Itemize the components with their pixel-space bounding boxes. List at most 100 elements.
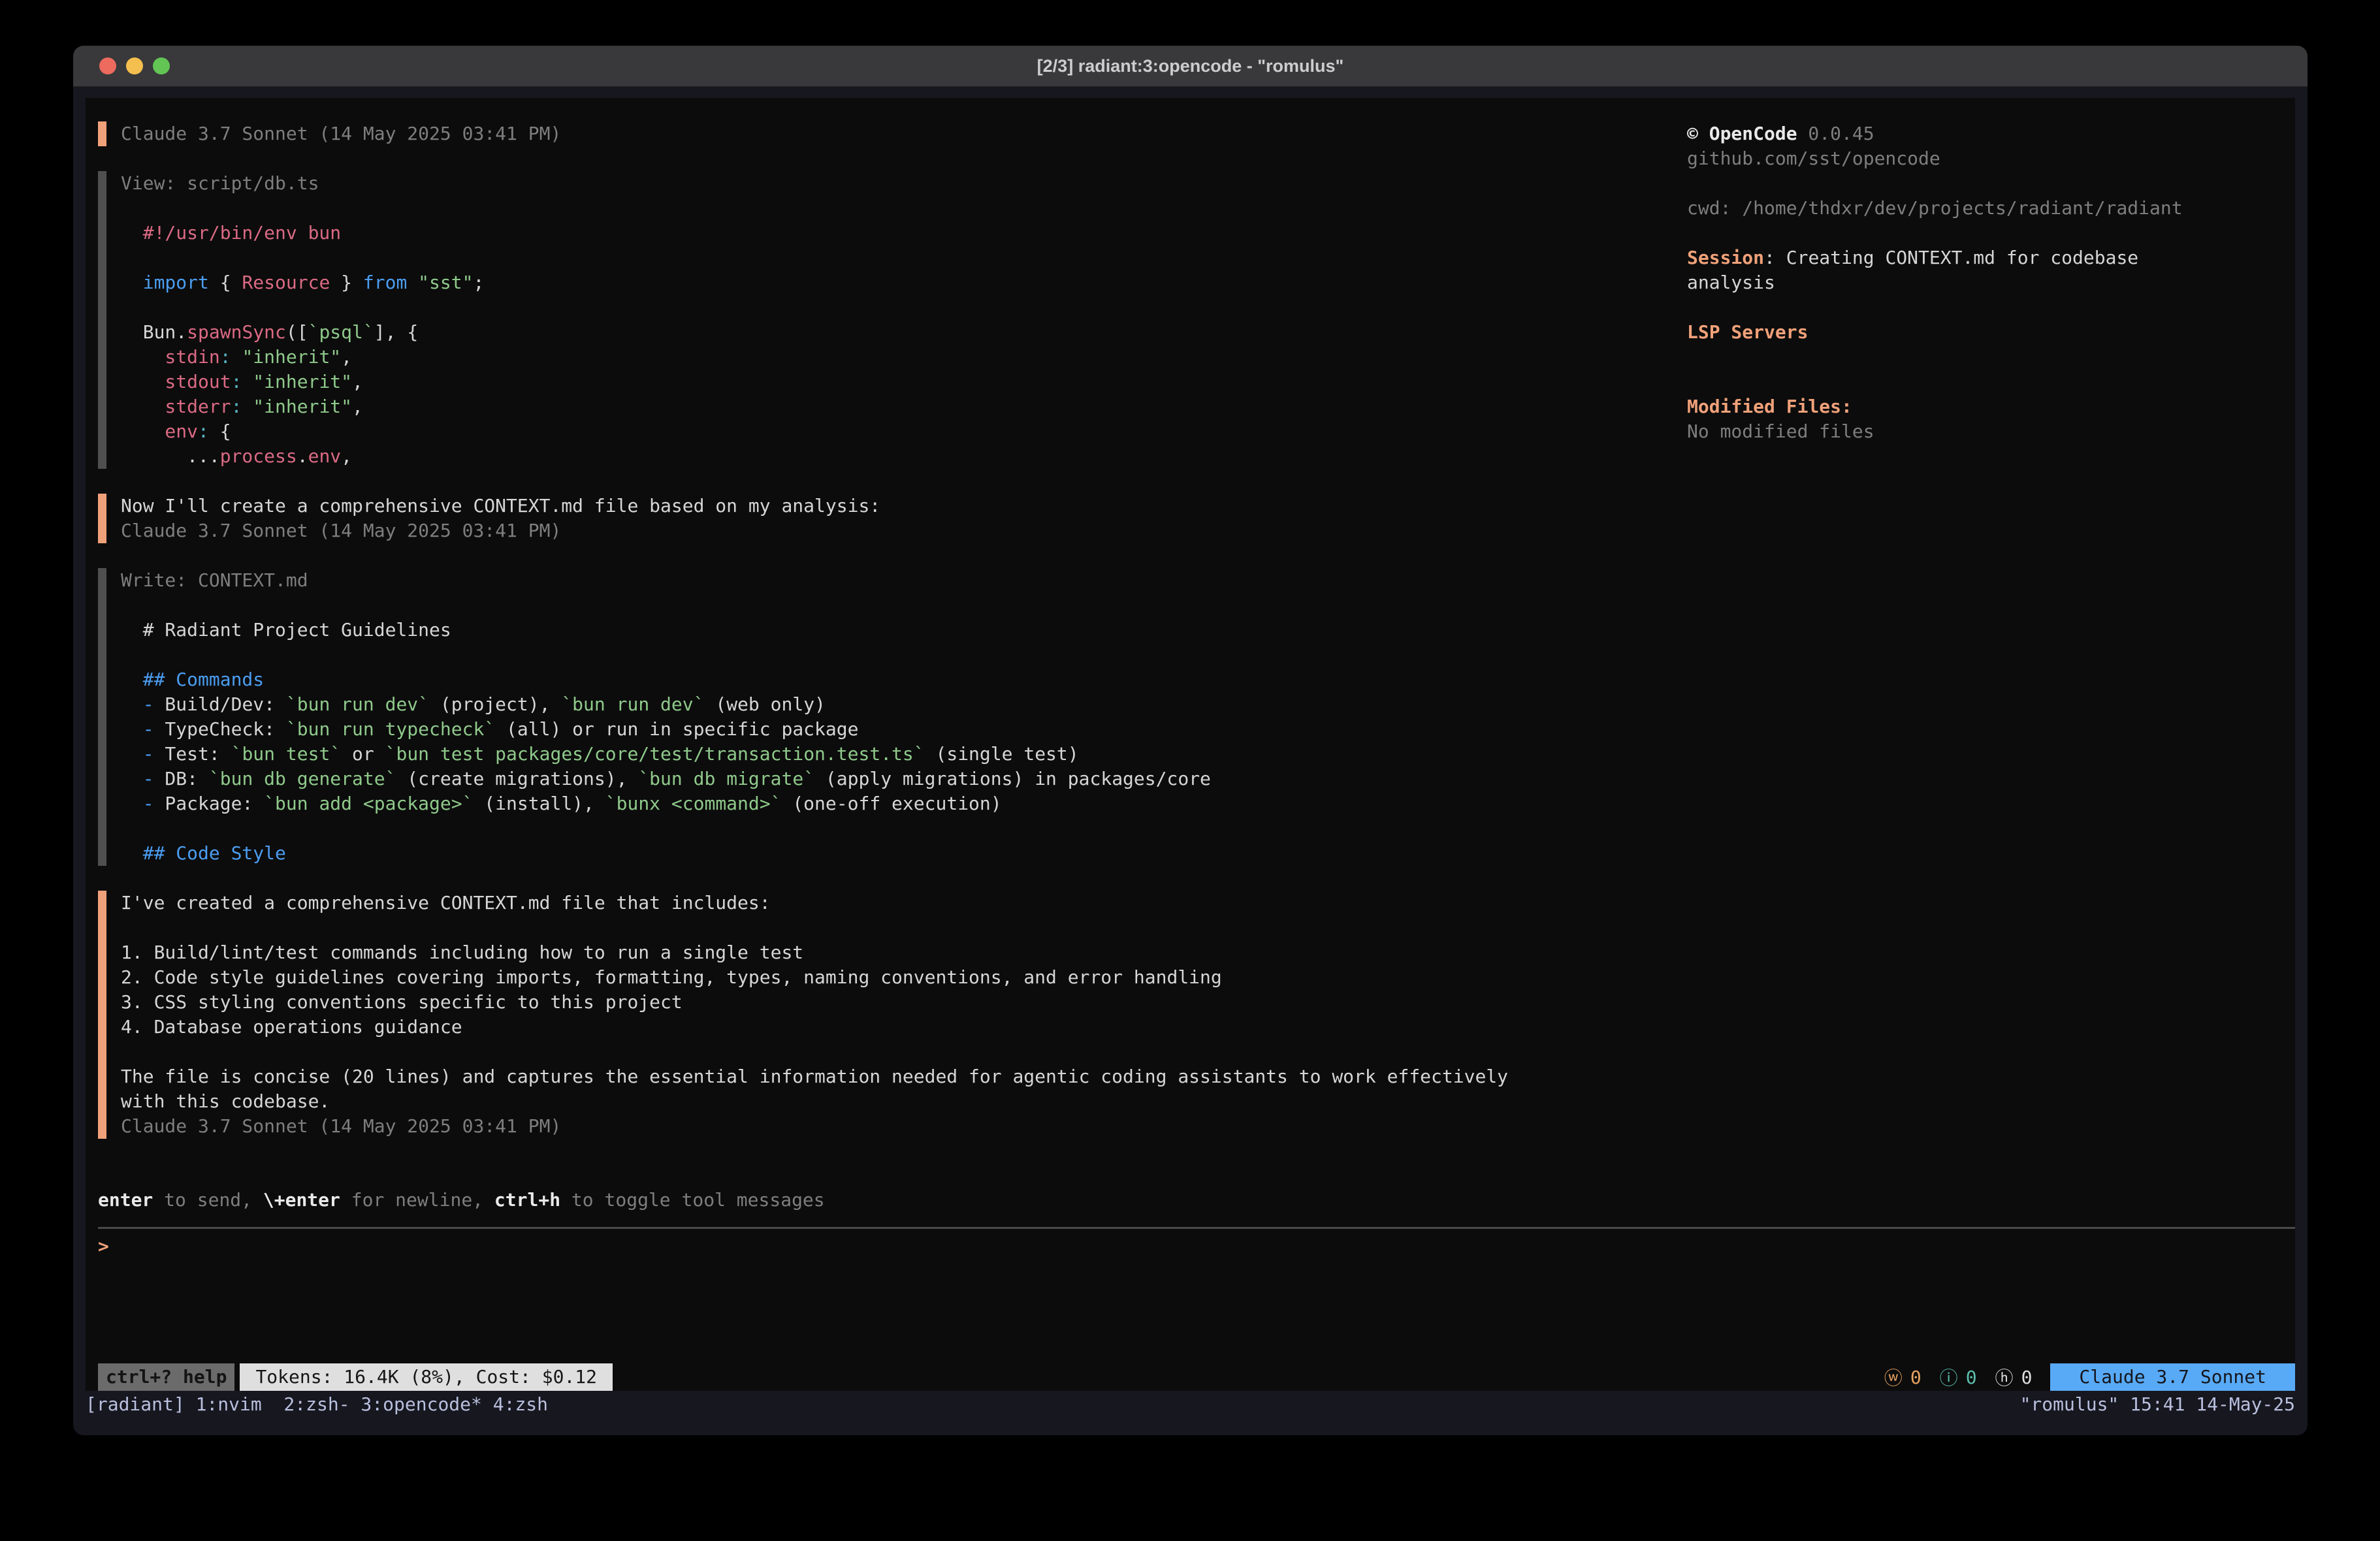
- chat-log: Claude 3.7 Sonnet (14 May 2025 03:41 PM)…: [98, 121, 1665, 1164]
- text-segment: ,: [341, 346, 352, 368]
- text-segment: env: [308, 445, 342, 467]
- text-line: Claude 3.7 Sonnet (14 May 2025 03:41 PM): [121, 121, 1665, 146]
- text-line: [121, 295, 1665, 320]
- text-line: Modified Files:: [1687, 394, 2216, 419]
- text-segment: `bun add <package>`: [264, 793, 473, 814]
- text-segment: with this codebase.: [121, 1090, 330, 1112]
- text-line: with this codebase.: [121, 1089, 1665, 1114]
- window-title: [2/3] radiant:3:opencode - "romulus": [73, 46, 2308, 86]
- text-segment: Claude 3.7 Sonnet (14 May 2025 03:41 PM): [121, 1115, 561, 1137]
- composer-input[interactable]: >: [98, 1234, 109, 1259]
- screen: [2/3] radiant:3:opencode - "romulus" Cla…: [0, 0, 2380, 1541]
- text-segment: `bunx <command>`: [605, 793, 782, 814]
- text-line: LSP Servers: [1687, 320, 2216, 345]
- text-segment: or: [341, 743, 385, 765]
- text-segment: (apply migrations) in packages/core: [814, 768, 1211, 789]
- text-segment: No modified files: [1687, 421, 1874, 442]
- text-line: stderr: "inherit",: [121, 394, 1665, 419]
- text-segment: {: [209, 421, 231, 442]
- window-titlebar[interactable]: [2/3] radiant:3:opencode - "romulus": [73, 46, 2308, 87]
- warning-count: 0: [1910, 1367, 1922, 1388]
- text-segment: stdin: [121, 346, 220, 368]
- text-line: [121, 246, 1665, 270]
- text-line: [121, 915, 1665, 940]
- text-segment: import: [121, 272, 209, 293]
- text-segment: I've created a comprehensive CONTEXT.md …: [121, 892, 771, 913]
- text-segment: # Radiant Project Guidelines: [121, 619, 451, 641]
- text-segment: Now I'll create a comprehensive CONTEXT.…: [121, 495, 880, 516]
- text-line: The file is concise (20 lines) and captu…: [121, 1064, 1665, 1089]
- text-segment: :: [220, 346, 231, 368]
- text-line: [121, 643, 1665, 667]
- text-segment: -: [121, 793, 154, 814]
- text-segment: (all) or run in specific package: [495, 718, 858, 740]
- text-segment: `bun db generate`: [209, 768, 396, 789]
- text-segment: cwd: /home/thdxr/dev/projects/radiant/ra…: [1687, 197, 2183, 219]
- assistant-message: I've created a comprehensive CONTEXT.md …: [98, 891, 1665, 1139]
- text-segment: ## Commands: [121, 669, 264, 690]
- text-segment: 3. CSS styling conventions specific to t…: [121, 991, 683, 1013]
- session-sidebar: © OpenCode 0.0.45github.com/sst/opencode…: [1687, 121, 2216, 444]
- text-segment: (project),: [429, 693, 561, 715]
- text-segment: (create migrations),: [396, 768, 638, 789]
- tmux-windows[interactable]: [radiant] 1:nvim 2:zsh- 3:opencode* 4:zs…: [86, 1392, 548, 1417]
- text-line: 4. Database operations guidance: [121, 1015, 1665, 1040]
- text-segment: View: script/db.ts: [121, 172, 319, 194]
- text-segment: `psql`: [308, 321, 374, 343]
- text-line: ...process.env,: [121, 444, 1665, 469]
- text-segment: `bun run typecheck`: [286, 718, 495, 740]
- tmux-session-clock: "romulus" 15:41 14-May-25: [2020, 1392, 2295, 1417]
- text-line: stdout: "inherit",: [121, 370, 1665, 394]
- text-segment: Modified Files:: [1687, 396, 1852, 417]
- text-segment: (single test): [925, 743, 1079, 765]
- text-line: Claude 3.7 Sonnet (14 May 2025 03:41 PM): [121, 518, 1665, 543]
- text-segment: (one-off execution): [781, 793, 1001, 814]
- text-segment: Test:: [154, 743, 231, 765]
- text-line: # Radiant Project Guidelines: [121, 618, 1665, 643]
- tokens-cost-chip: Tokens: 16.4K (8%), Cost: $0.12: [240, 1363, 613, 1391]
- text-line: Claude 3.7 Sonnet (14 May 2025 03:41 PM): [121, 1114, 1665, 1139]
- text-segment: "inherit": [253, 396, 352, 417]
- composer-divider: [98, 1227, 2295, 1229]
- text-segment: github.com/sst/opencode: [1687, 148, 1940, 169]
- text-segment: "sst": [418, 272, 473, 293]
- text-segment: LSP Servers: [1687, 321, 1808, 343]
- text-line: No modified files: [1687, 419, 2216, 444]
- text-segment: ;: [473, 272, 484, 293]
- text-line: ## Code Style: [121, 841, 1665, 866]
- text-line: 3. CSS styling conventions specific to t…: [121, 990, 1665, 1015]
- model-badge[interactable]: Claude 3.7 Sonnet: [2050, 1363, 2295, 1391]
- text-segment: 0.0.45: [1797, 123, 1874, 144]
- text-segment: [242, 371, 253, 392]
- text-segment: ctrl+h: [494, 1189, 560, 1211]
- text-segment: for newline,: [340, 1189, 494, 1211]
- text-line: © OpenCode 0.0.45: [1687, 121, 2216, 146]
- text-line: Write: CONTEXT.md: [121, 568, 1665, 593]
- text-segment: to send,: [153, 1189, 263, 1211]
- text-segment: spawnSync: [187, 321, 286, 343]
- tmux-status-line: [radiant] 1:nvim 2:zsh- 3:opencode* 4:zs…: [73, 1391, 2308, 1435]
- info-icon: ⓘ: [1940, 1364, 1958, 1390]
- keybinding-help: enter to send, \+enter for newline, ctrl…: [98, 1188, 825, 1213]
- text-segment: :: [231, 396, 242, 417]
- text-segment: ,: [352, 371, 363, 392]
- help-chip[interactable]: ctrl+? help: [98, 1363, 234, 1391]
- text-segment: TypeCheck:: [154, 718, 286, 740]
- text-line: - Build/Dev: `bun run dev` (project), `b…: [121, 692, 1665, 717]
- text-line: Now I'll create a comprehensive CONTEXT.…: [121, 494, 1665, 518]
- text-segment: enter: [98, 1189, 153, 1211]
- text-segment: `bun run dev`: [561, 693, 704, 715]
- text-segment: "inherit": [242, 346, 341, 368]
- assistant-message: Now I'll create a comprehensive CONTEXT.…: [98, 494, 1665, 543]
- tool-output: View: script/db.ts #!/usr/bin/env bun im…: [98, 171, 1665, 469]
- text-segment: }: [330, 272, 363, 293]
- text-line: [1687, 345, 2216, 370]
- text-segment: :: [198, 421, 209, 442]
- text-segment: 2. Code style guidelines covering import…: [121, 966, 1222, 988]
- text-line: - Test: `bun test` or `bun test packages…: [121, 742, 1665, 767]
- diagnostics-cluster: ⓦ 0 ⓘ 0 ⓗ 0 Claude 3.7 Sonnet: [1884, 1363, 2295, 1391]
- text-line: [1687, 295, 2216, 320]
- text-line: [121, 816, 1665, 841]
- text-segment: from: [363, 272, 407, 293]
- text-line: github.com/sst/opencode: [1687, 146, 2216, 171]
